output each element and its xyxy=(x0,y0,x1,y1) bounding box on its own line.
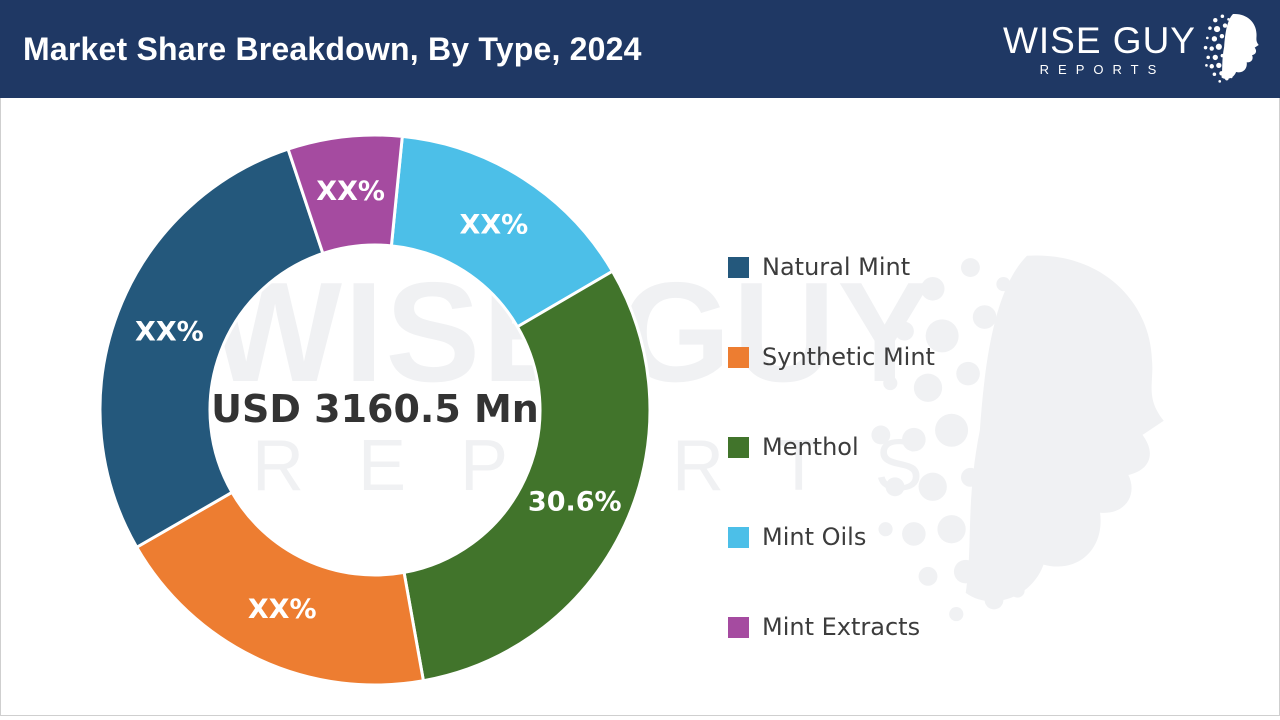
legend-item-menthol: Menthol xyxy=(728,402,935,492)
legend-label: Menthol xyxy=(762,433,859,461)
page-title: Market Share Breakdown, By Type, 2024 xyxy=(23,30,642,67)
chart-legend: Natural Mint Synthetic Mint Menthol Mint… xyxy=(728,222,935,672)
legend-item-mint-extracts: Mint Extracts xyxy=(728,582,935,672)
slice-label-synthetic-mint: XX% xyxy=(248,594,317,625)
slice-label-menthol: 30.6% xyxy=(528,487,622,518)
legend-label: Mint Extracts xyxy=(762,613,921,641)
legend-item-mint-oils: Mint Oils xyxy=(728,492,935,582)
brand-name: WISE GUY xyxy=(1002,19,1196,61)
legend-label: Synthetic Mint xyxy=(762,343,935,371)
legend-swatch-synthetic-mint xyxy=(728,346,749,368)
legend-swatch-menthol xyxy=(728,436,749,458)
legend-item-natural-mint: Natural Mint xyxy=(728,222,935,312)
legend-label: Natural Mint xyxy=(762,253,911,281)
legend-item-synthetic-mint: Synthetic Mint xyxy=(728,312,935,402)
brand-head-icon xyxy=(1203,13,1259,83)
legend-swatch-mint-extracts xyxy=(728,616,749,638)
brand-logo: WISE GUY REPORTS xyxy=(1003,6,1264,92)
donut-chart: XX% 30.6% XX% XX% XX% xyxy=(98,133,652,687)
header-bar: Market Share Breakdown, By Type, 2024 WI… xyxy=(0,0,1280,98)
chart-center-value: USD 3160.5 Mn xyxy=(211,387,539,431)
legend-label: Mint Oils xyxy=(762,523,867,551)
slice-label-mint-oils: XX% xyxy=(460,209,529,240)
pie-slice-menthol xyxy=(402,269,652,683)
legend-swatch-mint-oils xyxy=(728,526,749,548)
legend-swatch-natural-mint xyxy=(728,256,749,278)
brand-subtitle: REPORTS xyxy=(1039,62,1166,78)
pie-slice-natural-mint xyxy=(98,147,325,549)
slice-label-mint-extracts: XX% xyxy=(316,176,385,207)
slice-label-natural-mint: XX% xyxy=(135,316,204,347)
